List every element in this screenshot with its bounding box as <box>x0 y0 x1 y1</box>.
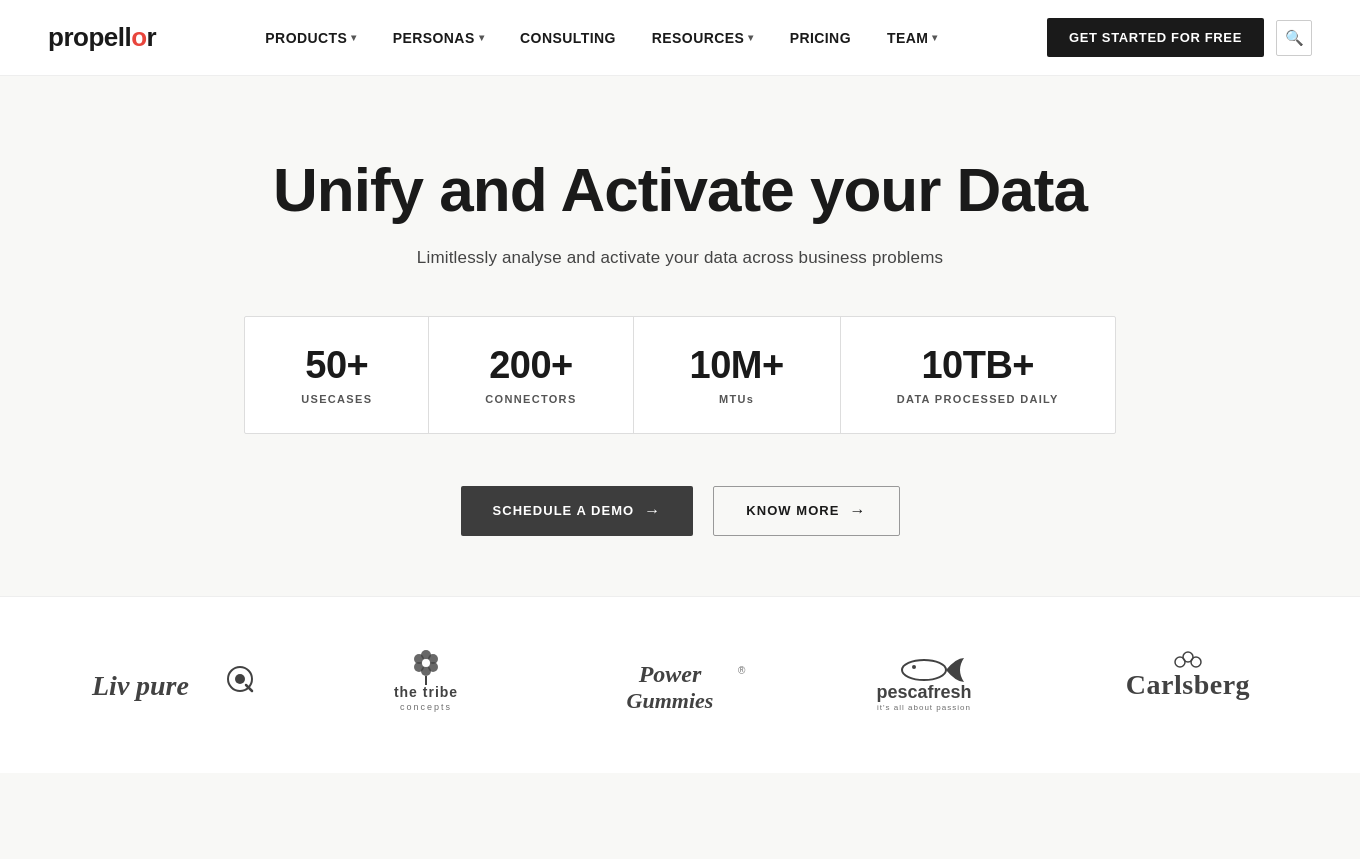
chevron-down-icon: ▾ <box>479 32 484 43</box>
stat-connectors: 200+ CONNECTORS <box>428 317 632 433</box>
know-more-button[interactable]: KNOW MORE → <box>713 486 899 536</box>
search-icon[interactable]: 🔍 <box>1276 20 1312 56</box>
logo-o-letter: o <box>131 22 146 52</box>
carlsberg-logo-svg: Carlsberg <box>1098 650 1278 720</box>
get-started-button[interactable]: GET STARTED FOR FREE <box>1047 18 1264 57</box>
nav-item-consulting[interactable]: CONSULTING <box>520 30 616 46</box>
nav-item-pricing[interactable]: PRICING <box>790 30 851 46</box>
logo-power-gummies: Power Gummies ® <box>590 650 750 720</box>
svg-text:pescafresh: pescafresh <box>876 682 971 702</box>
chevron-down-icon: ▾ <box>351 32 356 43</box>
svg-text:Gummies: Gummies <box>627 688 714 713</box>
svg-text:Power: Power <box>638 661 702 687</box>
svg-point-19 <box>912 665 916 669</box>
logo[interactable]: propellor <box>48 22 156 53</box>
logo-tribe-concepts: the tribe concepts <box>346 645 506 725</box>
pescafresh-logo-svg: pescafresh it's all about passion <box>834 650 1014 720</box>
arrow-icon: → <box>644 502 661 520</box>
stat-usecases: 50+ USECASES <box>245 317 428 433</box>
logo-carlsberg: Carlsberg <box>1098 650 1278 720</box>
livpure-logo-svg: Liv pure <box>82 655 262 715</box>
svg-text:pure: pure <box>134 670 189 701</box>
chevron-down-icon: ▾ <box>932 32 937 43</box>
svg-point-3 <box>235 674 245 684</box>
svg-text:concepts: concepts <box>400 702 452 712</box>
stats-row: 50+ USECASES 200+ CONNECTORS 10M+ MTUs 1… <box>244 316 1116 434</box>
logo-text: propellor <box>48 22 156 53</box>
logos-row: Liv pure <box>60 645 1300 725</box>
chevron-down-icon: ▾ <box>748 32 753 43</box>
nav-item-team[interactable]: TEAM ▾ <box>887 30 938 46</box>
logo-livpure: Liv pure <box>82 655 262 715</box>
svg-point-25 <box>1191 657 1201 667</box>
svg-text:Carlsberg: Carlsberg <box>1126 669 1250 700</box>
svg-point-11 <box>422 659 430 667</box>
navbar: propellor PRODUCTS ▾ PERSONAS ▾ CONSULTI… <box>0 0 1360 76</box>
cta-row: SCHEDULE A DEMO → KNOW MORE → <box>461 486 900 536</box>
svg-text:®: ® <box>738 665 746 676</box>
schedule-demo-button[interactable]: SCHEDULE A DEMO → <box>461 486 694 536</box>
nav-right: GET STARTED FOR FREE 🔍 <box>1047 18 1312 57</box>
svg-text:Liv: Liv <box>91 670 130 701</box>
logo-pescafresh: pescafresh it's all about passion <box>834 650 1014 720</box>
stat-mtus: 10M+ MTUs <box>633 317 840 433</box>
hero-subtitle: Limitlessly analyse and activate your da… <box>417 248 943 268</box>
nav-item-personas[interactable]: PERSONAS ▾ <box>393 30 484 46</box>
svg-text:it's all about passion: it's all about passion <box>877 703 971 712</box>
nav-links: PRODUCTS ▾ PERSONAS ▾ CONSULTING RESOURC… <box>265 30 937 46</box>
nav-item-products[interactable]: PRODUCTS ▾ <box>265 30 356 46</box>
stat-data-processed: 10TB+ DATA PROCESSED DAILY <box>840 317 1115 433</box>
svg-point-18 <box>902 660 946 680</box>
client-logos-section: Liv pure <box>0 596 1360 773</box>
nav-item-resources[interactable]: RESOURCES ▾ <box>652 30 754 46</box>
arrow-icon: → <box>849 502 866 520</box>
tribe-logo-svg: the tribe concepts <box>346 645 506 725</box>
hero-section: Unify and Activate your Data Limitlessly… <box>0 76 1360 596</box>
hero-title: Unify and Activate your Data <box>273 156 1087 224</box>
powergummies-logo-svg: Power Gummies ® <box>590 650 750 720</box>
svg-text:the tribe: the tribe <box>394 684 458 700</box>
